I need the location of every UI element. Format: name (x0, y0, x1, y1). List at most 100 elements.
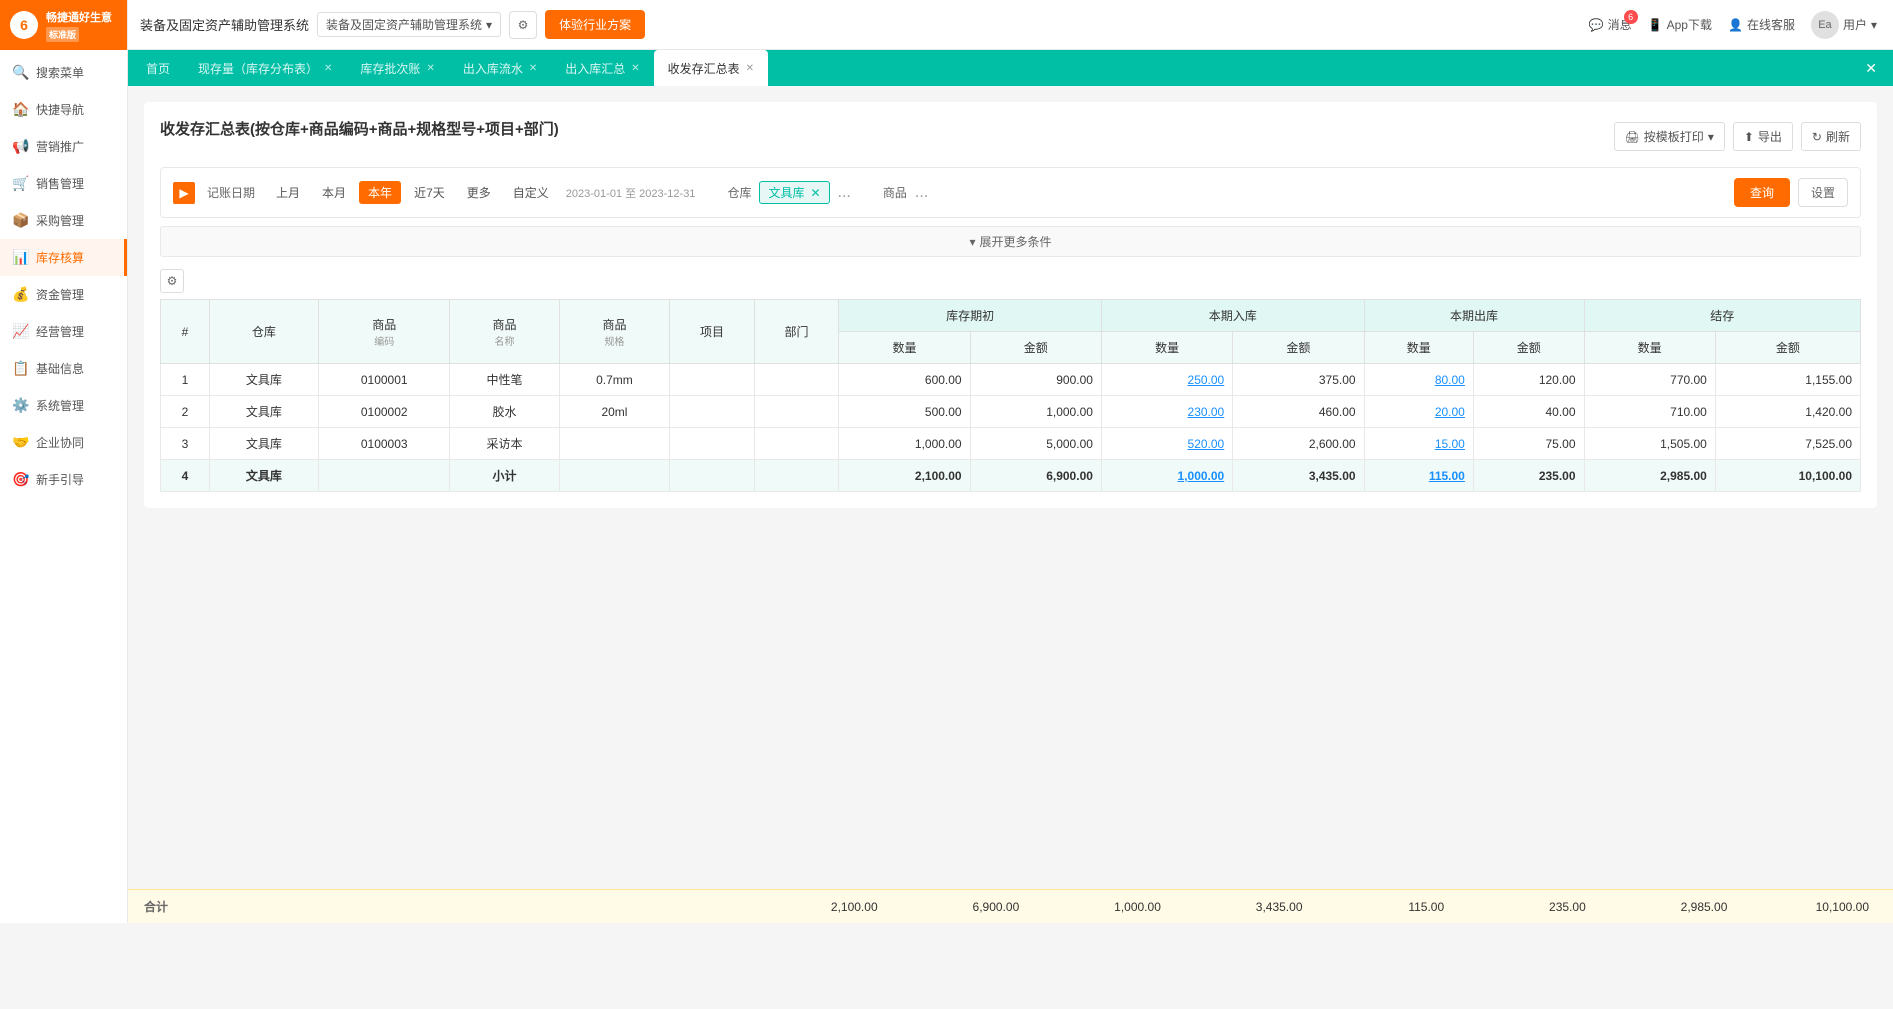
tab-recv-send[interactable]: 收发存汇总表 ✕ (654, 50, 768, 86)
export-button[interactable]: ⬆ 导出 (1733, 122, 1793, 151)
setting-button[interactable]: 设置 (1798, 178, 1848, 207)
user-menu[interactable]: Ea 用户 ▾ (1811, 11, 1877, 39)
footer-label: 合计 (144, 898, 724, 915)
product-label: 商品 (883, 184, 907, 201)
online-service-button[interactable]: 👤 在线客服 (1728, 16, 1795, 33)
date-range-display: 2023-01-01 至 2023-12-31 (566, 185, 696, 201)
date-7days-btn[interactable]: 近7天 (405, 181, 454, 204)
filter-collapse-button[interactable]: ▶ (173, 182, 195, 204)
col-in-amt: 金额 (1233, 332, 1364, 364)
sidebar-item-marketing[interactable]: 📢 营销推广 (0, 128, 127, 165)
cell-product-code (319, 460, 450, 492)
topbar: 装备及固定资产辅助管理系统 装备及固定资产辅助管理系统 ▾ ⚙ 体验行业方案 💬… (128, 0, 1893, 50)
sidebar-item-quick-nav[interactable]: 🏠 快捷导航 (0, 91, 127, 128)
cell-product-spec: 0.7mm (559, 364, 670, 396)
cell-out-qty[interactable]: 80.00 (1364, 364, 1473, 396)
date-this-year-btn[interactable]: 本年 (359, 181, 401, 204)
tabs-bar: 首页 现存量（库存分布表） ✕ 库存批次账 ✕ 出入库流水 ✕ 出入库汇总 ✕ … (128, 50, 1893, 86)
footer-closing-amt: 10,100.00 (1735, 900, 1877, 914)
tab-close-inout-flow[interactable]: ✕ (529, 63, 537, 74)
cell-product-name: 采访本 (450, 428, 559, 460)
warehouse-tag-close[interactable]: ✕ (810, 186, 820, 200)
date-more-btn[interactable]: 更多 (458, 181, 500, 204)
expand-more-button[interactable]: ▾ 展开更多条件 (160, 226, 1861, 257)
app-download-button[interactable]: 📱 App下载 (1648, 16, 1712, 33)
date-custom-btn[interactable]: 自定义 (504, 181, 558, 204)
sidebar-item-finance[interactable]: 💰 资金管理 (0, 276, 127, 313)
footer-opening-amt: 6,900.00 (886, 900, 1028, 914)
tab-inout-summary[interactable]: 出入库汇总 ✕ (551, 50, 653, 86)
col-product-code: 商品编码 (319, 300, 450, 364)
cell-warehouse: 文具库 (209, 428, 318, 460)
query-button[interactable]: 查询 (1734, 178, 1790, 207)
avatar: Ea (1811, 11, 1839, 39)
date-this-month-btn[interactable]: 本月 (313, 181, 355, 204)
table-column-settings-button[interactable]: ⚙ (160, 269, 184, 293)
sidebar-item-basic[interactable]: 📋 基础信息 (0, 350, 127, 387)
sidebar-item-inventory[interactable]: 📊 库存核算 (0, 239, 127, 276)
messages-button[interactable]: 💬 消息 6 (1589, 16, 1632, 33)
cell-out-qty[interactable]: 115.00 (1364, 460, 1473, 492)
cell-in-qty[interactable]: 230.00 (1101, 396, 1232, 428)
table-row: 4文具库小计2,100.006,900.001,000.003,435.0011… (161, 460, 1861, 492)
tab-close-inout-summary[interactable]: ✕ (631, 63, 639, 74)
date-label: 记账日期 (207, 184, 255, 201)
sidebar-item-guide[interactable]: 🎯 新手引导 (0, 461, 127, 498)
sidebar-item-sales[interactable]: 🛒 销售管理 (0, 165, 127, 202)
settings-icon: ⚙ (167, 274, 178, 288)
cell-closing-amt: 7,525.00 (1715, 428, 1860, 460)
refresh-button[interactable]: ↻ 刷新 (1801, 122, 1861, 151)
footer-out-amt: 235.00 (1452, 900, 1594, 914)
warehouse-more-button[interactable]: ... (838, 184, 851, 202)
col-closing-qty: 数量 (1584, 332, 1715, 364)
system-selector[interactable]: 装备及固定资产辅助管理系统 ▾ (317, 12, 501, 37)
cell-in-qty[interactable]: 520.00 (1101, 428, 1232, 460)
cell-in-qty[interactable]: 250.00 (1101, 364, 1232, 396)
tab-close-batch[interactable]: ✕ (426, 63, 434, 74)
purchase-icon: 📦 (12, 212, 28, 229)
enterprise-icon: 🤝 (12, 434, 28, 451)
marketing-icon: 📢 (12, 138, 28, 155)
data-table: # 仓库 商品编码 商品名称 商品规格 项目 部门 库存期初 本期入库 本期出库… (160, 299, 1861, 492)
cell-department (754, 396, 839, 428)
tab-batch[interactable]: 库存批次账 ✕ (346, 50, 448, 86)
try-industry-button[interactable]: 体验行业方案 (545, 10, 645, 39)
chevron-down-icon: ▾ (1708, 130, 1714, 144)
tab-close-stock-dist[interactable]: ✕ (324, 63, 332, 74)
cell-out-qty[interactable]: 15.00 (1364, 428, 1473, 460)
finance-icon: 💰 (12, 286, 28, 303)
sidebar-item-enterprise[interactable]: 🤝 企业协同 (0, 424, 127, 461)
tab-inout-flow[interactable]: 出入库流水 ✕ (449, 50, 551, 86)
cell-warehouse: 文具库 (209, 460, 318, 492)
sidebar-item-system[interactable]: ⚙️ 系统管理 (0, 387, 127, 424)
tab-home[interactable]: 首页 (132, 50, 184, 86)
cell-project (670, 364, 755, 396)
sidebar-item-operations[interactable]: 📈 经营管理 (0, 313, 127, 350)
settings-button[interactable]: ⚙ (509, 11, 537, 39)
cell-department (754, 428, 839, 460)
print-button[interactable]: 🖨 按模板打印 ▾ (1614, 122, 1725, 151)
filter-bar: ▶ 记账日期 上月 本月 本年 近7天 更多 自定义 2023-01-01 至 … (160, 167, 1861, 218)
footer-totals: 2,100.00 6,900.00 1,000.00 3,435.00 115.… (744, 900, 1877, 914)
service-icon: 👤 (1728, 18, 1743, 32)
date-period-group: 上月 本月 本年 近7天 更多 自定义 2023-01-01 至 2023-12… (267, 181, 695, 204)
col-opening-amt: 金额 (970, 332, 1101, 364)
cell-closing-qty: 770.00 (1584, 364, 1715, 396)
cell-project (670, 396, 755, 428)
cell-in-qty[interactable]: 1,000.00 (1101, 460, 1232, 492)
date-last-month-btn[interactable]: 上月 (267, 181, 309, 204)
warehouse-tag: 文具库 ✕ (759, 181, 829, 204)
footer-in-qty: 1,000.00 (1027, 900, 1169, 914)
search-icon: 🔍 (12, 64, 28, 81)
sidebar-item-purchase[interactable]: 📦 采购管理 (0, 202, 127, 239)
footer-opening-qty: 2,100.00 (744, 900, 886, 914)
close-all-tabs-button[interactable]: ✕ (1853, 60, 1889, 77)
sidebar-item-search[interactable]: 🔍 搜索菜单 (0, 54, 127, 91)
cell-opening-qty: 600.00 (839, 364, 970, 396)
cell-out-qty[interactable]: 20.00 (1364, 396, 1473, 428)
export-icon: ⬆ (1744, 130, 1754, 144)
tab-close-recv-send[interactable]: ✕ (746, 63, 754, 74)
cell-serial: 4 (161, 460, 210, 492)
product-more-button[interactable]: ... (915, 184, 928, 202)
tab-stock-dist[interactable]: 现存量（库存分布表） ✕ (184, 50, 346, 86)
